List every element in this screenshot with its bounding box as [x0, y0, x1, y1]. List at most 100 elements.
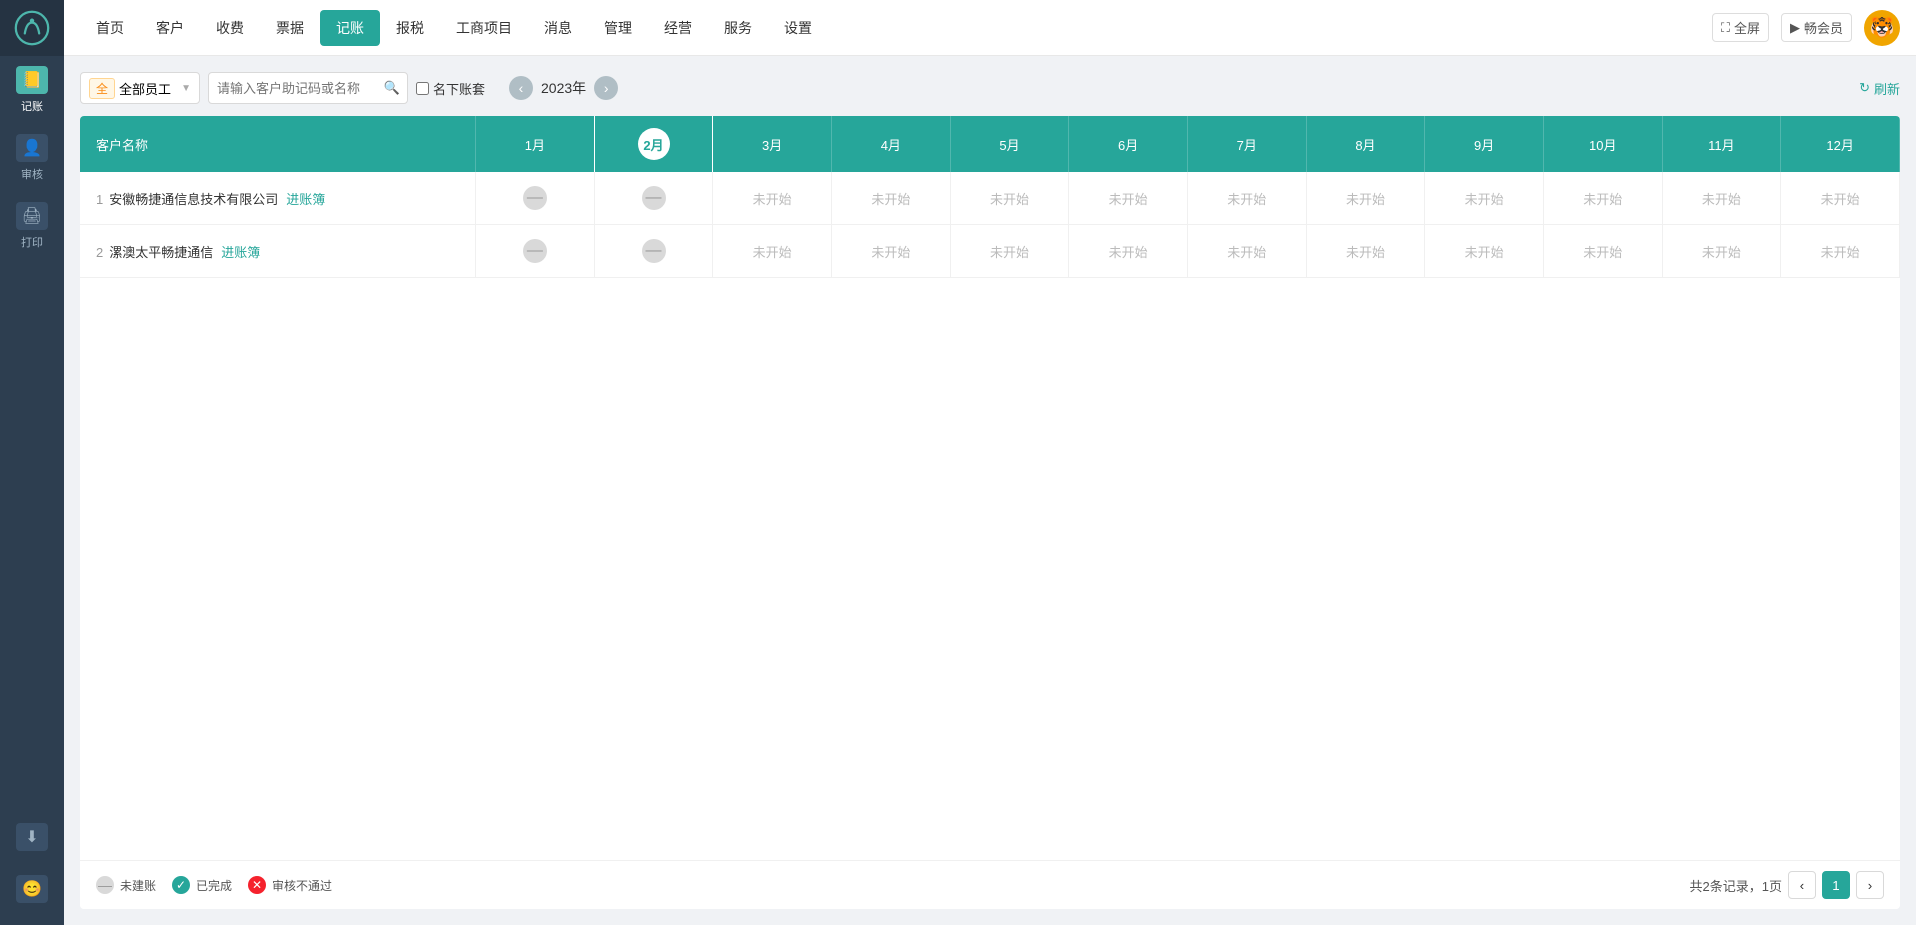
bookkeeping-icon: 📒 — [16, 66, 48, 94]
user-avatar[interactable]: 🐯 — [1864, 10, 1900, 46]
not-started-label: 未开始 — [1346, 245, 1385, 260]
cell-month-5-row-0: 未开始 — [1069, 172, 1188, 225]
legend-not-started: — 未建账 — [96, 876, 156, 894]
cell-month-11-row-0: 未开始 — [1781, 172, 1900, 225]
nav-management[interactable]: 管理 — [588, 0, 648, 56]
nav-invoice[interactable]: 票据 — [260, 0, 320, 56]
refresh-button[interactable]: ↻ 刷新 — [1859, 79, 1900, 98]
prev-page-button[interactable]: ‹ — [1788, 871, 1816, 899]
search-input[interactable] — [208, 72, 408, 104]
cell-name-1: 2漯澳太平畅捷通信进账簿 — [80, 225, 476, 278]
col-month-1: 1月 — [476, 116, 595, 172]
col-month-6: 6月 — [1069, 116, 1188, 172]
col-month-2: 2月 — [594, 116, 713, 172]
cell-month-10-row-1: 未开始 — [1662, 225, 1781, 278]
next-page-button[interactable]: › — [1856, 871, 1884, 899]
cell-month-8-row-1: 未开始 — [1425, 225, 1544, 278]
refresh-icon: ↻ — [1859, 80, 1870, 96]
nav-service[interactable]: 服务 — [708, 0, 768, 56]
enter-ledger-link[interactable]: 进账簿 — [286, 192, 325, 207]
year-nav: ‹ 2023年 › — [509, 76, 618, 100]
search-icon[interactable]: 🔍 — [384, 80, 400, 96]
not-started-label: 未开始 — [871, 192, 910, 207]
total-records: 共2条记录，1页 — [1690, 876, 1782, 895]
sub-account-checkbox[interactable] — [416, 82, 429, 95]
table-row: 1安徽畅捷通信息技术有限公司进账簿——未开始未开始未开始未开始未开始未开始未开始… — [80, 172, 1900, 225]
not-started-label: 未开始 — [1821, 192, 1860, 207]
table-container: 客户名称 1月 2月 3月 4月 5月 6月 7月 8月 9月 10月 11月 — [80, 116, 1900, 860]
nav-home[interactable]: 首页 — [80, 0, 140, 56]
legend-label-rejected: 审核不通过 — [272, 877, 332, 894]
nav-settings[interactable]: 设置 — [768, 0, 828, 56]
col-month-7: 7月 — [1187, 116, 1306, 172]
status-dot: — — [642, 186, 666, 210]
cell-month-11-row-1: 未开始 — [1781, 225, 1900, 278]
checkbox-label: 名下账套 — [433, 79, 485, 98]
table-header-row: 客户名称 1月 2月 3月 4月 5月 6月 7月 8月 9月 10月 11月 — [80, 116, 1900, 172]
download-icon: ⬇ — [16, 823, 48, 851]
not-started-label: 未开始 — [990, 245, 1029, 260]
play-icon: ▶ — [1790, 20, 1800, 36]
col-month-4: 4月 — [832, 116, 951, 172]
cell-month-0-row-1: — — [476, 225, 595, 278]
nav-customer[interactable]: 客户 — [140, 0, 200, 56]
not-started-label: 未开始 — [1583, 245, 1622, 260]
nav-tax[interactable]: 报税 — [380, 0, 440, 56]
sidebar-item-print[interactable]: 🖨 打印 — [0, 192, 64, 260]
nav-bookkeeping[interactable]: 记账 — [320, 10, 380, 46]
year-display: 2023年 — [541, 78, 586, 98]
employee-select[interactable]: 全 全部员工 ▼ — [80, 72, 200, 104]
member-button[interactable]: ▶ 畅会员 — [1781, 13, 1852, 42]
not-started-label: 未开始 — [871, 245, 910, 260]
review-icon: 👤 — [16, 134, 48, 162]
top-nav: 首页 客户 收费 票据 记账 报税 工商项目 消息 管理 经营 服务 设置 ⛶ … — [64, 0, 1916, 56]
topnav-right: ⛶ 全屏 ▶ 畅会员 🐯 — [1712, 10, 1900, 46]
sidebar-item-bookkeeping[interactable]: 📒 记账 — [0, 56, 64, 124]
legend-dot-teal: ✓ — [172, 876, 190, 894]
not-started-label: 未开始 — [1465, 192, 1504, 207]
sidebar-item-download[interactable]: ⬇ — [0, 813, 64, 861]
fullscreen-button[interactable]: ⛶ 全屏 — [1712, 13, 1769, 42]
next-year-button[interactable]: › — [594, 76, 618, 100]
checkbox-wrap[interactable]: 名下账套 — [416, 79, 485, 98]
not-started-label: 未开始 — [1465, 245, 1504, 260]
cell-name-0: 1安徽畅捷通信息技术有限公司进账簿 — [80, 172, 476, 225]
table-row: 2漯澳太平畅捷通信进账簿——未开始未开始未开始未开始未开始未开始未开始未开始未开… — [80, 225, 1900, 278]
nav-business[interactable]: 工商项目 — [440, 0, 528, 56]
not-started-label: 未开始 — [1583, 192, 1622, 207]
nav-operation[interactable]: 经营 — [648, 0, 708, 56]
enter-ledger-link[interactable]: 进账簿 — [221, 245, 260, 260]
col-month-12: 12月 — [1781, 116, 1900, 172]
pagination: 共2条记录，1页 ‹ 1 › — [1690, 871, 1884, 899]
col-month-3: 3月 — [713, 116, 832, 172]
current-month-circle: 2月 — [638, 128, 670, 160]
page-1-button[interactable]: 1 — [1822, 871, 1850, 899]
cell-month-2-row-1: 未开始 — [713, 225, 832, 278]
row-index: 1 — [96, 192, 103, 207]
toolbar: 全 全部员工 ▼ 🔍 名下账套 ‹ 2023年 › ↻ 刷新 — [80, 72, 1900, 104]
not-started-label: 未开始 — [1109, 192, 1148, 207]
fullscreen-icon: ⛶ — [1721, 20, 1730, 36]
sidebar-item-help[interactable]: 😊 — [0, 865, 64, 913]
sidebar-item-review[interactable]: 👤 审核 — [0, 124, 64, 192]
not-started-label: 未开始 — [1702, 192, 1741, 207]
search-wrap: 🔍 — [208, 72, 408, 104]
table-footer: — 未建账 ✓ 已完成 ✕ 审核不通过 共2条记录，1 — [80, 860, 1900, 909]
col-month-9: 9月 — [1425, 116, 1544, 172]
nav-message[interactable]: 消息 — [528, 0, 588, 56]
nav-billing[interactable]: 收费 — [200, 0, 260, 56]
cell-month-7-row-1: 未开始 — [1306, 225, 1425, 278]
not-started-label: 未开始 — [753, 245, 792, 260]
not-started-label: 未开始 — [1227, 192, 1266, 207]
cell-month-1-row-0: — — [594, 172, 713, 225]
app-logo — [0, 0, 64, 56]
sidebar: 📒 记账 👤 审核 🖨 打印 ⬇ 😊 — [0, 0, 64, 925]
prev-year-button[interactable]: ‹ — [509, 76, 533, 100]
cell-month-7-row-0: 未开始 — [1306, 172, 1425, 225]
nav-items: 首页 客户 收费 票据 记账 报税 工商项目 消息 管理 经营 服务 设置 — [80, 0, 1712, 56]
legend-rejected: ✕ 审核不通过 — [248, 876, 332, 894]
col-customer: 客户名称 — [80, 116, 476, 172]
legend-label-completed: 已完成 — [196, 877, 232, 894]
cell-month-3-row-0: 未开始 — [832, 172, 951, 225]
dropdown-arrow-icon: ▼ — [181, 83, 191, 94]
